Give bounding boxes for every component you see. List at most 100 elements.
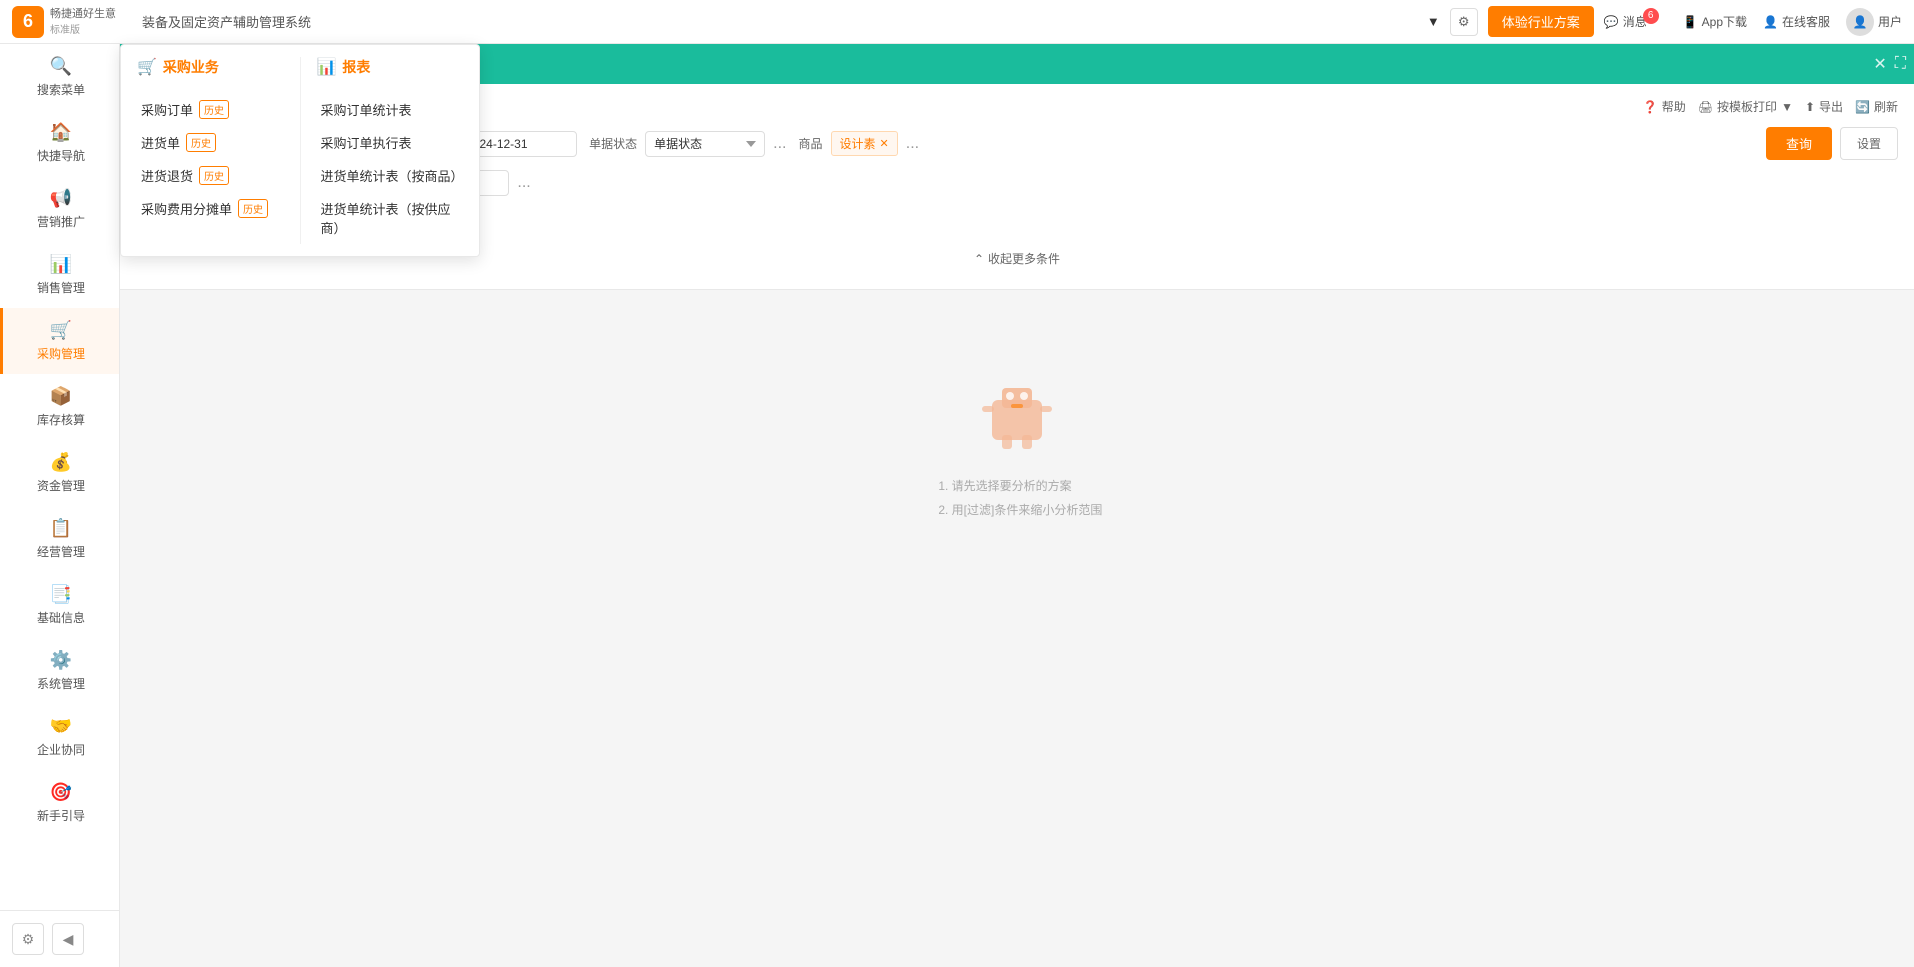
print-btn[interactable]: 🖨 按模板打印 ▼	[1698, 98, 1793, 115]
report-section-label: 报表	[342, 57, 370, 77]
menu-item-purchase-expense[interactable]: 采购费用分摊单 历史	[137, 192, 284, 225]
empty-hint-1: 请先选择要分析的方案	[952, 474, 1103, 498]
collapse-arrow-icon: ⌃	[974, 252, 984, 266]
refresh-icon: 🔄	[1855, 100, 1870, 114]
sidebar-label-operations: 经营管理	[37, 543, 85, 560]
sidebar-collapse-btn[interactable]: ◀	[52, 923, 84, 955]
menu-item-incoming-stats-supplier[interactable]: 进货单统计表（按供应商）	[317, 192, 464, 244]
brand-name: 畅捷通好生意	[50, 7, 116, 21]
menu-item-purchase-expense-label: 采购费用分摊单	[141, 199, 232, 218]
industry-btn[interactable]: 体验行业方案	[1488, 6, 1594, 37]
report-col: 📊 报表 采购订单统计表 采购订单执行表 进货单统计表（按商品） 进货单统计表（…	[300, 57, 480, 244]
sidebar-item-guide[interactable]: 🎯 新手引导	[0, 770, 119, 836]
print-label: 按模板打印	[1717, 98, 1777, 115]
purchase-section-title: 🛒 采购业务	[137, 57, 284, 83]
report-section-icon: 📊	[317, 57, 337, 77]
status-filter-group: 单据状态 单据状态 ...	[589, 131, 786, 157]
query-btn[interactable]: 查询	[1766, 127, 1832, 160]
online-service-btn[interactable]: 👤 在线客服	[1763, 13, 1830, 30]
app-download-label: App下载	[1702, 13, 1747, 30]
refresh-label: 刷新	[1874, 98, 1898, 115]
staff-ellipsis[interactable]: ...	[517, 174, 530, 192]
app-download-btn[interactable]: 📱 App下载	[1683, 13, 1747, 30]
menu-item-incoming-return-label: 进货退货	[141, 166, 193, 185]
menu-item-incoming-stats-goods[interactable]: 进货单统计表（按商品）	[317, 159, 464, 192]
sidebar-label-purchase: 采购管理	[37, 345, 85, 362]
system-title-text: 装备及固定资产辅助管理系统	[142, 12, 1417, 31]
menu-item-incoming-return[interactable]: 进货退货 历史	[137, 159, 284, 192]
help-label: 帮助	[1662, 98, 1686, 115]
sidebar-label-finance: 资金管理	[37, 477, 85, 494]
logo-icon: 6	[12, 6, 44, 38]
phone-icon: 📱	[1683, 15, 1698, 29]
sidebar-item-inventory[interactable]: 📦 库存核算	[0, 374, 119, 440]
online-service-label: 在线客服	[1782, 13, 1830, 30]
goods-filter-group: 商品 设计素 ✕ ...	[799, 131, 920, 156]
sidebar-item-quick-nav[interactable]: 🏠 快捷导航	[0, 110, 119, 176]
history-badge-1: 历史	[199, 100, 229, 119]
empty-illustration	[967, 370, 1067, 450]
history-badge-2: 历史	[186, 133, 216, 152]
sidebar-label-system: 系统管理	[37, 675, 85, 692]
history-badge-4: 历史	[238, 199, 268, 218]
sidebar-item-marketing[interactable]: 📢 营销推广	[0, 176, 119, 242]
sales-icon: 📊	[50, 254, 72, 275]
goods-tag: 设计素 ✕	[831, 131, 898, 156]
sidebar-item-enterprise[interactable]: 🤝 企业协同	[0, 704, 119, 770]
logo-area: 6 畅捷通好生意 标准版	[12, 6, 132, 38]
status-select[interactable]: 单据状态	[645, 131, 765, 157]
inventory-icon: 📦	[50, 386, 72, 407]
tab-close-window-icon[interactable]: ✕	[1873, 54, 1886, 74]
export-icon: ⬆	[1805, 100, 1815, 114]
goods-tag-remove[interactable]: ✕	[880, 137, 889, 150]
help-btn[interactable]: ❓ 帮助	[1643, 98, 1686, 115]
menu-item-purchase-order[interactable]: 采购订单 历史	[137, 93, 284, 126]
sidebar-item-search[interactable]: 🔍 搜索菜单	[0, 44, 119, 110]
brand-edition: 标准版	[50, 21, 116, 36]
topbar-right: 💬 消息 6 📱 App下载 👤 在线客服 👤 用户	[1604, 8, 1902, 36]
menu-item-po-execution[interactable]: 采购订单执行表	[317, 126, 464, 159]
system-dropdown-arrow[interactable]: ▼	[1427, 14, 1440, 29]
home-icon: 🏠	[50, 122, 72, 143]
print-dropdown-icon[interactable]: ▼	[1781, 100, 1793, 114]
sidebar-item-system[interactable]: ⚙️ 系统管理	[0, 638, 119, 704]
sidebar-label-quick-nav: 快捷导航	[37, 147, 85, 164]
topbar: 6 畅捷通好生意 标准版 装备及固定资产辅助管理系统 ▼ ⚙ 体验行业方案 💬 …	[0, 0, 1914, 44]
menu-item-incoming-stats-supplier-label: 进货单统计表（按供应商）	[321, 199, 460, 237]
help-icon: ❓	[1643, 100, 1658, 114]
service-icon: 👤	[1763, 15, 1778, 29]
goods-ellipsis[interactable]: ...	[906, 135, 919, 153]
purchase-dropdown-menu: 🛒 采购业务 采购订单 历史 进货单 历史 进货退货 历史 采购费用分摊单 历史	[120, 44, 480, 257]
sidebar-label-search: 搜索菜单	[37, 81, 85, 98]
user-btn[interactable]: 👤 用户	[1846, 8, 1902, 36]
base-info-icon: 📑	[50, 584, 72, 605]
refresh-btn[interactable]: 🔄 刷新	[1855, 98, 1898, 115]
menu-item-incoming[interactable]: 进货单 历史	[137, 126, 284, 159]
menu-item-purchase-order-label: 采购订单	[141, 100, 193, 119]
menu-item-po-stats[interactable]: 采购订单统计表	[317, 93, 464, 126]
message-icon: 💬	[1604, 15, 1619, 29]
sidebar-item-sales[interactable]: 📊 销售管理	[0, 242, 119, 308]
purchase-section-icon: 🛒	[137, 57, 157, 77]
settings-small-btn[interactable]: 设置	[1840, 127, 1898, 160]
sidebar-item-operations[interactable]: 📋 经营管理	[0, 506, 119, 572]
purchase-icon: 🛒	[50, 320, 72, 341]
settings-icon-btn[interactable]: ⚙	[1450, 8, 1478, 36]
empty-hint-2: 用[过滤]条件来缩小分析范围	[952, 498, 1103, 522]
sidebar-label-base-info: 基础信息	[37, 609, 85, 626]
sidebar-item-base-info[interactable]: 📑 基础信息	[0, 572, 119, 638]
sidebar-label-guide: 新手引导	[37, 807, 85, 824]
export-label: 导出	[1819, 98, 1843, 115]
user-label: 用户	[1878, 13, 1902, 30]
message-btn[interactable]: 💬 消息 6	[1604, 13, 1667, 30]
tab-maximize-icon[interactable]: ⛶	[1895, 55, 1906, 73]
export-btn[interactable]: ⬆ 导出	[1805, 98, 1843, 115]
sidebar-settings-btn[interactable]: ⚙	[12, 923, 44, 955]
guide-icon: 🎯	[50, 782, 72, 803]
tabs-actions: ✕ ⛶	[1873, 54, 1906, 74]
status-ellipsis[interactable]: ...	[773, 135, 786, 153]
purchase-dropdown-overlay: 🛒 采购业务 采购订单 历史 进货单 历史 进货退货 历史 采购费用分摊单 历史	[120, 44, 480, 257]
sidebar-item-finance[interactable]: 💰 资金管理	[0, 440, 119, 506]
sidebar-item-purchase[interactable]: 🛒 采购管理	[0, 308, 119, 374]
goods-label: 商品	[799, 135, 823, 152]
